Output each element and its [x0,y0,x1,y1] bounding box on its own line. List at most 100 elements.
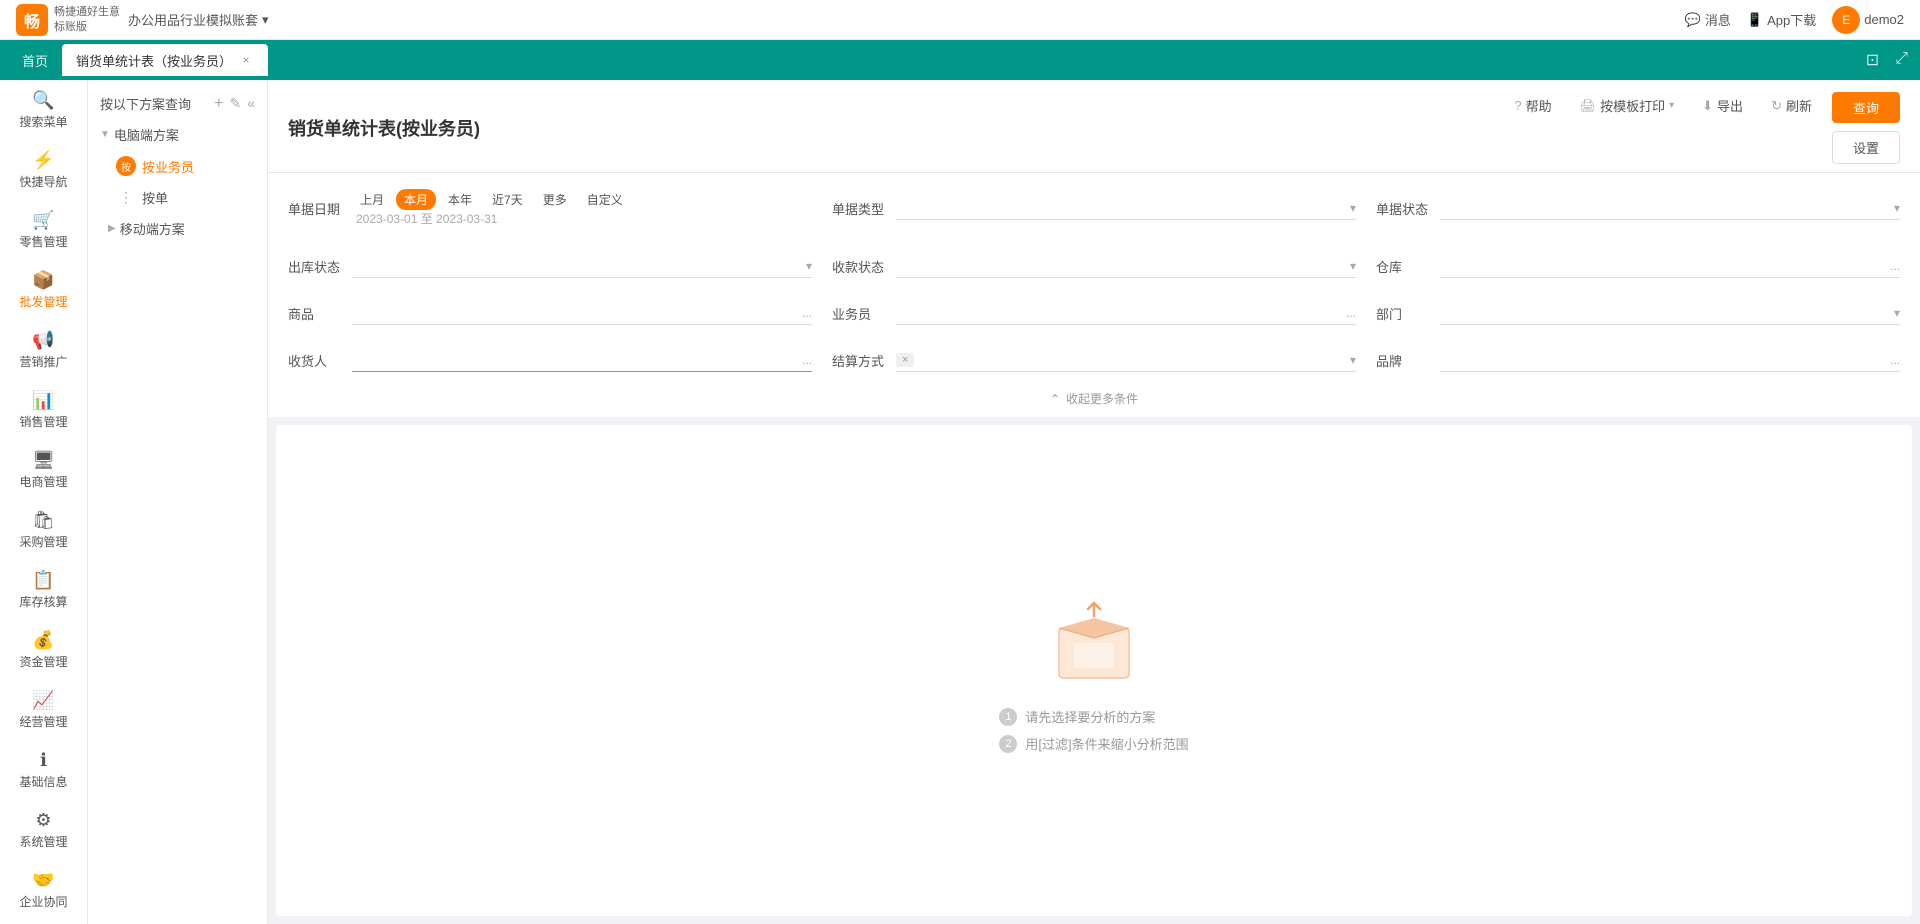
filter-out-status: 出库状态 ▾ [288,255,812,278]
filter-section: 单据日期 上月 本月 本年 近7天 更多 自定义 2023-03-01 至 20… [268,173,1920,417]
ecommerce-icon: 🖥 [0,450,87,471]
date-btn-last-7[interactable]: 近7天 [484,189,531,210]
sidebar-item-collab[interactable]: 🤝 企业协同 [0,860,87,920]
logo-area: 畅 畅捷通好生意 标账版 [16,4,120,36]
settlement-tag-close[interactable]: × [902,354,908,366]
help-btn[interactable]: ? 帮助 [1506,92,1559,119]
doc-type-arrow-icon: ▾ [1350,201,1356,215]
tab-bar-actions: ⊡ ⤢ [1862,46,1912,74]
refresh-btn[interactable]: ↻ 刷新 [1763,92,1820,119]
collapse-more-btn[interactable]: ⌃ 收起更多条件 [288,384,1900,413]
tab-home[interactable]: 首页 [8,44,62,76]
scheme-item-by-salesperson[interactable]: 按 按业务员 [88,150,267,182]
scheme-item-by-order[interactable]: ⋮ 按单 [88,182,267,213]
scheme-group-mobile: ▶ 移动端方案 [88,213,267,244]
date-btn-more[interactable]: 更多 [535,189,575,210]
scheme-add-icon[interactable]: + [214,95,223,113]
settlement-select[interactable]: × ▾ [896,349,1356,372]
sidebar-item-sales[interactable]: 📊 销售管理 [0,380,87,440]
sidebar-item-purchase[interactable]: 🛍 采购管理 [0,500,87,560]
sidebar-item-marketing[interactable]: 📢 营销推广 [0,320,87,380]
filter-settlement: 结算方式 × ▾ [832,349,1356,372]
top-bar: 畅 畅捷通好生意 标账版 办公用品行业模拟账套 ▾ 💬 消息 📱 App下载 E… [0,0,1920,40]
settlement-arrow-icon: ▾ [1350,353,1356,367]
warehouse-input[interactable]: ... [1440,255,1900,278]
page-title: 销货单统计表(按业务员) [288,115,480,141]
warehouse-dots-icon: ... [1890,259,1900,273]
empty-hint-1: 1 请先选择要分析的方案 [999,707,1188,726]
sidebar-item-finance[interactable]: 💰 资金管理 [0,620,87,680]
scheme-group-arrow: ▼ [100,129,110,140]
set-button[interactable]: 设置 [1832,131,1900,164]
filter-product: 商品 ... [288,302,812,325]
hint-1-num: 1 [999,708,1017,726]
sidebar-item-basic-info[interactable]: ℹ 基础信息 [0,740,87,800]
query-button[interactable]: 查询 [1832,92,1900,123]
dept-arrow-icon: ▾ [1894,306,1900,320]
sidebar-item-operations[interactable]: 📈 经营管理 [0,680,87,740]
filter-doc-type: 单据类型 ▾ [832,185,1356,231]
date-btn-this-month[interactable]: 本月 [396,189,436,210]
collapse-icon: ⌃ [1050,392,1060,406]
print-btn[interactable]: 🖨 按模板打印 ▾ [1572,92,1683,119]
scheme-group-header-desktop[interactable]: ▼ 电脑端方案 [88,119,267,150]
filter-row-4: 收货人 ... 结算方式 × ▾ [288,337,1900,384]
scheme-group-header-mobile[interactable]: ▶ 移动端方案 [88,213,267,244]
scheme-header-icons: + ✎ « [214,95,255,113]
tab-restore-icon[interactable]: ⊡ [1862,46,1883,74]
scheme-edit-icon[interactable]: ✎ [229,95,241,113]
user-menu[interactable]: E demo2 [1832,6,1904,34]
date-btn-this-year[interactable]: 本年 [440,189,480,210]
doc-status-select[interactable]: ▾ [1440,197,1900,220]
sidebar: 🔍 搜索菜单 ⚡ 快捷导航 🛒 零售管理 📦 批发管理 📢 营销推广 📊 销售管… [0,80,88,924]
sidebar-item-ecommerce[interactable]: 🖥 电商管理 [0,440,87,500]
filter-consignee: 收货人 ... [288,349,812,372]
sidebar-item-quicknav[interactable]: ⚡ 快捷导航 [0,140,87,200]
message-btn[interactable]: 💬 消息 [1685,10,1731,29]
scheme-mobile-arrow: ▶ [108,223,116,234]
date-filter-buttons: 上月 本月 本年 近7天 更多 自定义 [352,189,631,210]
app-selector[interactable]: 办公用品行业模拟账套 ▾ [128,10,269,29]
date-filter-wrap[interactable]: 上月 本月 本年 近7天 更多 自定义 2023-03-01 至 2023-03… [352,185,812,231]
sidebar-item-retail[interactable]: 🛒 零售管理 [0,200,87,260]
scheme-group-desktop: ▼ 电脑端方案 按 按业务员 ⋮ 按单 [88,119,267,213]
empty-state: 1 请先选择要分析的方案 2 用[过滤]条件来缩小分析范围 [276,425,1912,916]
salesperson-input[interactable]: ... [896,302,1356,325]
receipt-status-select[interactable]: ▾ [896,255,1356,278]
sidebar-item-system[interactable]: ⚙ 系统管理 [0,800,87,860]
top-bar-right: 💬 消息 📱 App下载 E demo2 [1685,6,1904,34]
scheme-panel-header: 按以下方案查询 + ✎ « [88,88,267,119]
tab-sales-stats[interactable]: 销货单统计表（按业务员） × [62,44,268,76]
doc-status-arrow-icon: ▾ [1894,201,1900,215]
brand-dots-icon: ... [1890,353,1900,367]
top-bar-left: 畅 畅捷通好生意 标账版 办公用品行业模拟账套 ▾ [16,4,269,36]
consignee-input[interactable]: ... [352,349,812,372]
doc-type-select[interactable]: ▾ [896,197,1356,220]
sales-icon: 📊 [0,390,87,411]
brand-input[interactable]: ... [1440,349,1900,372]
export-icon: ⬇ [1702,98,1713,114]
main-content: 销货单统计表(按业务员) ? 帮助 🖨 按模板打印 ▾ ⬇ [268,80,1920,924]
date-range-text: 2023-03-01 至 2023-03-31 [356,210,497,227]
product-input[interactable]: ... [352,302,812,325]
logo-icon: 畅 [16,4,48,36]
sidebar-item-search[interactable]: 🔍 搜索菜单 [0,80,87,140]
filter-doc-status: 单据状态 ▾ [1376,185,1900,231]
empty-illustration [1034,588,1154,691]
tab-maximize-icon[interactable]: ⤢ [1891,46,1912,74]
export-btn[interactable]: ⬇ 导出 [1694,92,1751,119]
out-status-select[interactable]: ▾ [352,255,812,278]
sidebar-item-inventory[interactable]: 📋 库存核算 [0,560,87,620]
sidebar-item-wholesale[interactable]: 📦 批发管理 [0,260,87,320]
page-actions: ? 帮助 🖨 按模板打印 ▾ ⬇ 导出 ↻ [1506,92,1820,119]
dept-select[interactable]: ▾ [1440,302,1900,325]
app-download-btn[interactable]: 📱 App下载 [1747,10,1816,29]
receipt-status-arrow-icon: ▾ [1350,259,1356,273]
sidebar-item-guide[interactable]: 🎯 新手引导 [0,920,87,924]
scheme-collapse-icon[interactable]: « [247,95,255,113]
date-btn-last-month[interactable]: 上月 [352,189,392,210]
logo-text: 畅捷通好生意 标账版 [54,5,120,34]
filter-row-2: 出库状态 ▾ 收款状态 ▾ 仓库 [288,243,1900,290]
date-btn-custom[interactable]: 自定义 [579,189,631,210]
tab-close-icon[interactable]: × [238,52,254,68]
